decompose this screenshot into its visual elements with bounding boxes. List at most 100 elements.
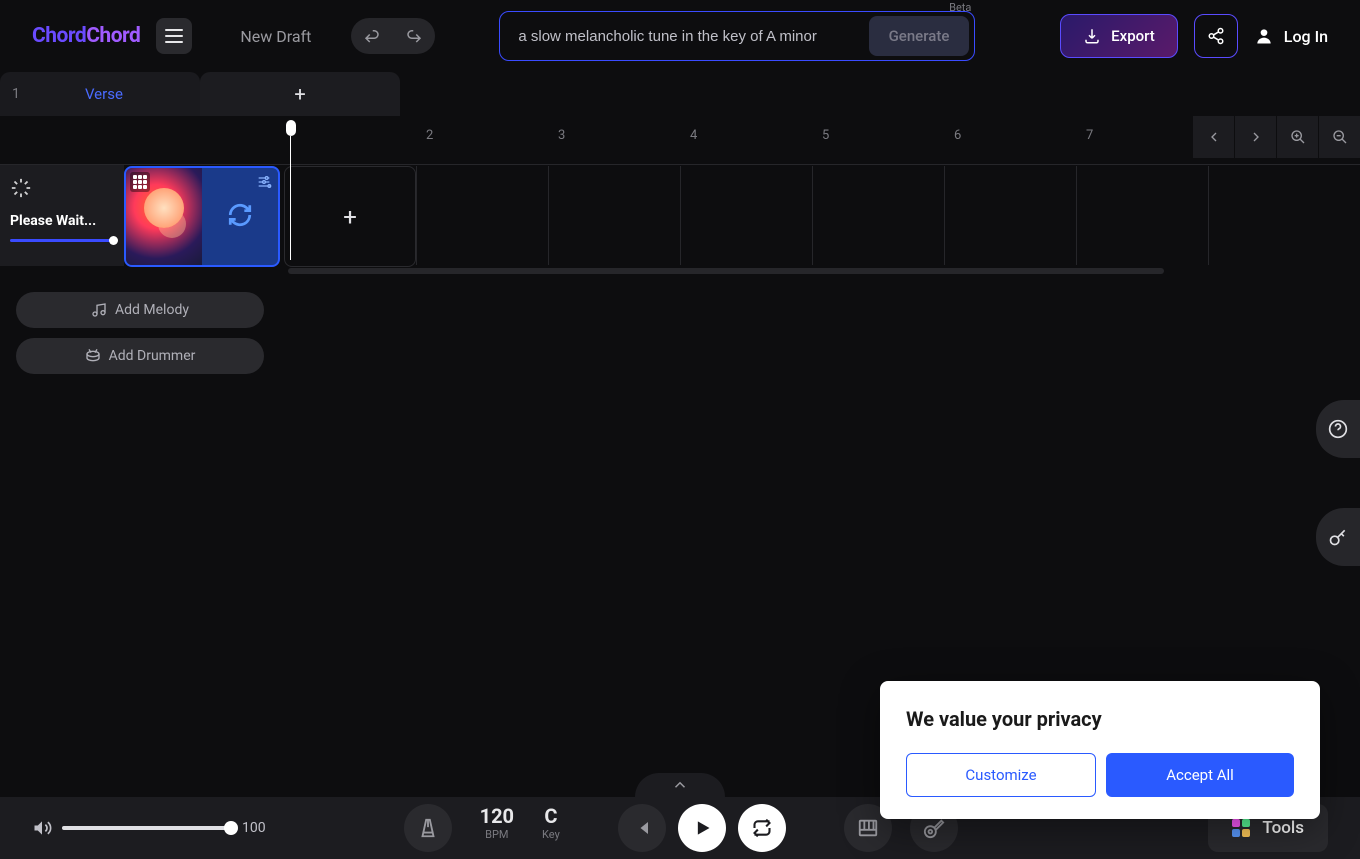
tempo-key-group: 120 BPM C Key — [404, 804, 560, 852]
grid-cell — [548, 166, 680, 265]
export-button[interactable]: Export — [1060, 14, 1178, 58]
key-control[interactable]: C Key — [542, 804, 560, 852]
ruler-mark: 2 — [426, 128, 433, 143]
music-note-icon — [91, 302, 107, 318]
login-button[interactable]: Log In — [1254, 26, 1328, 46]
key-tool-button[interactable] — [1316, 508, 1360, 566]
help-button[interactable] — [1316, 400, 1360, 458]
play-button[interactable] — [678, 804, 726, 852]
guitar-icon — [923, 817, 945, 839]
key-icon — [1328, 527, 1348, 547]
generate-button[interactable]: Generate — [869, 16, 970, 56]
clip-thumbnail — [126, 168, 202, 265]
ruler-mark: 6 — [954, 128, 961, 143]
horizontal-scrollbar[interactable] — [288, 268, 1164, 274]
chord-clip[interactable] — [124, 166, 280, 267]
brand-part-2: Chord — [86, 24, 140, 48]
metronome-button[interactable] — [404, 804, 452, 852]
section-tabs: 1 Verse + — [0, 72, 1360, 116]
prompt-input[interactable] — [518, 28, 868, 45]
grid-multicolor-icon — [1232, 819, 1250, 837]
timeline-area: 2 3 4 5 6 7 Please Wait... — [0, 116, 1360, 374]
undo-redo-group — [351, 18, 435, 54]
brand-part-1: Chord — [32, 24, 86, 48]
grid-cell — [1076, 166, 1208, 265]
clip-settings-button[interactable] — [256, 174, 272, 194]
playhead-knob — [286, 120, 296, 136]
cookie-accept-button[interactable]: Accept All — [1106, 753, 1294, 797]
key-value: C — [544, 804, 557, 828]
section-tab-1[interactable]: 1 Verse — [0, 72, 200, 116]
play-icon — [692, 818, 712, 838]
rewind-button[interactable] — [618, 804, 666, 852]
chevron-up-icon — [671, 776, 689, 794]
plus-icon: + — [294, 82, 305, 106]
generate-bar: Generate — [499, 11, 975, 61]
undo-button[interactable] — [351, 18, 393, 54]
drag-handle-icon[interactable] — [130, 172, 150, 192]
redo-button[interactable] — [393, 18, 435, 54]
piano-icon — [857, 817, 879, 839]
draft-title[interactable]: New Draft — [240, 27, 311, 46]
brand-logo: ChordChord — [32, 24, 140, 48]
share-button[interactable] — [1194, 14, 1238, 58]
user-icon — [1254, 26, 1274, 46]
add-track-buttons: Add Melody Add Drummer — [0, 292, 1360, 374]
metronome-icon — [417, 817, 439, 839]
loop-icon — [752, 818, 772, 838]
track-volume-slider[interactable] — [10, 239, 114, 242]
grid-cell — [944, 166, 1076, 265]
add-drummer-label: Add Drummer — [109, 348, 196, 364]
ruler-mark: 7 — [1086, 128, 1093, 143]
help-icon — [1328, 419, 1348, 439]
grid-cell — [1208, 166, 1340, 265]
bpm-label: BPM — [485, 828, 508, 841]
add-melody-label: Add Melody — [115, 302, 189, 318]
menu-button[interactable] — [156, 18, 192, 54]
section-number: 1 — [12, 86, 20, 102]
cookie-customize-button[interactable]: Customize — [906, 753, 1096, 797]
cookie-title: We value your privacy — [906, 707, 1294, 731]
redo-icon — [405, 27, 423, 45]
sliders-icon — [256, 174, 272, 190]
bpm-control[interactable]: 120 BPM — [480, 804, 514, 852]
track-status-label: Please Wait... — [10, 213, 114, 229]
add-melody-button[interactable]: Add Melody — [16, 292, 264, 328]
key-label: Key — [542, 828, 560, 841]
undo-icon — [363, 27, 381, 45]
volume-value: 100 — [242, 820, 266, 836]
login-label: Log In — [1284, 27, 1328, 46]
timeline-grid[interactable] — [416, 166, 1360, 265]
playhead[interactable] — [286, 120, 296, 260]
app-header: ChordChord New Draft Beta Generate Expor… — [0, 0, 1360, 72]
playhead-line — [290, 136, 291, 260]
download-icon — [1083, 27, 1101, 45]
loop-button[interactable] — [738, 804, 786, 852]
chord-track-row: Please Wait... + — [0, 164, 1360, 266]
panel-toggle-button[interactable] — [635, 773, 725, 797]
drum-icon — [85, 348, 101, 364]
timeline-ruler[interactable]: 2 3 4 5 6 7 — [288, 116, 1360, 164]
ruler-mark: 4 — [690, 128, 697, 143]
tools-label: Tools — [1262, 818, 1304, 838]
add-clip-button[interactable]: + — [284, 166, 416, 267]
section-name: Verse — [85, 85, 123, 103]
cookie-banner: We value your privacy Customize Accept A… — [880, 681, 1320, 819]
transport-controls — [618, 804, 786, 852]
right-float-panel — [1316, 400, 1360, 566]
clip-actions — [202, 168, 278, 265]
volume-slider[interactable] — [62, 826, 232, 830]
plus-icon: + — [343, 203, 357, 231]
beta-label: Beta — [949, 1, 971, 14]
skip-back-icon — [633, 819, 651, 837]
hamburger-icon — [165, 29, 183, 43]
regenerate-button[interactable] — [227, 202, 253, 232]
grid-cell — [812, 166, 944, 265]
share-icon — [1207, 27, 1225, 45]
add-drummer-button[interactable]: Add Drummer — [16, 338, 264, 374]
volume-control: 100 — [32, 818, 266, 838]
track-header[interactable]: Please Wait... — [0, 165, 124, 266]
export-label: Export — [1111, 27, 1155, 45]
add-section-button[interactable]: + — [200, 72, 400, 116]
ruler-mark: 5 — [822, 128, 829, 143]
